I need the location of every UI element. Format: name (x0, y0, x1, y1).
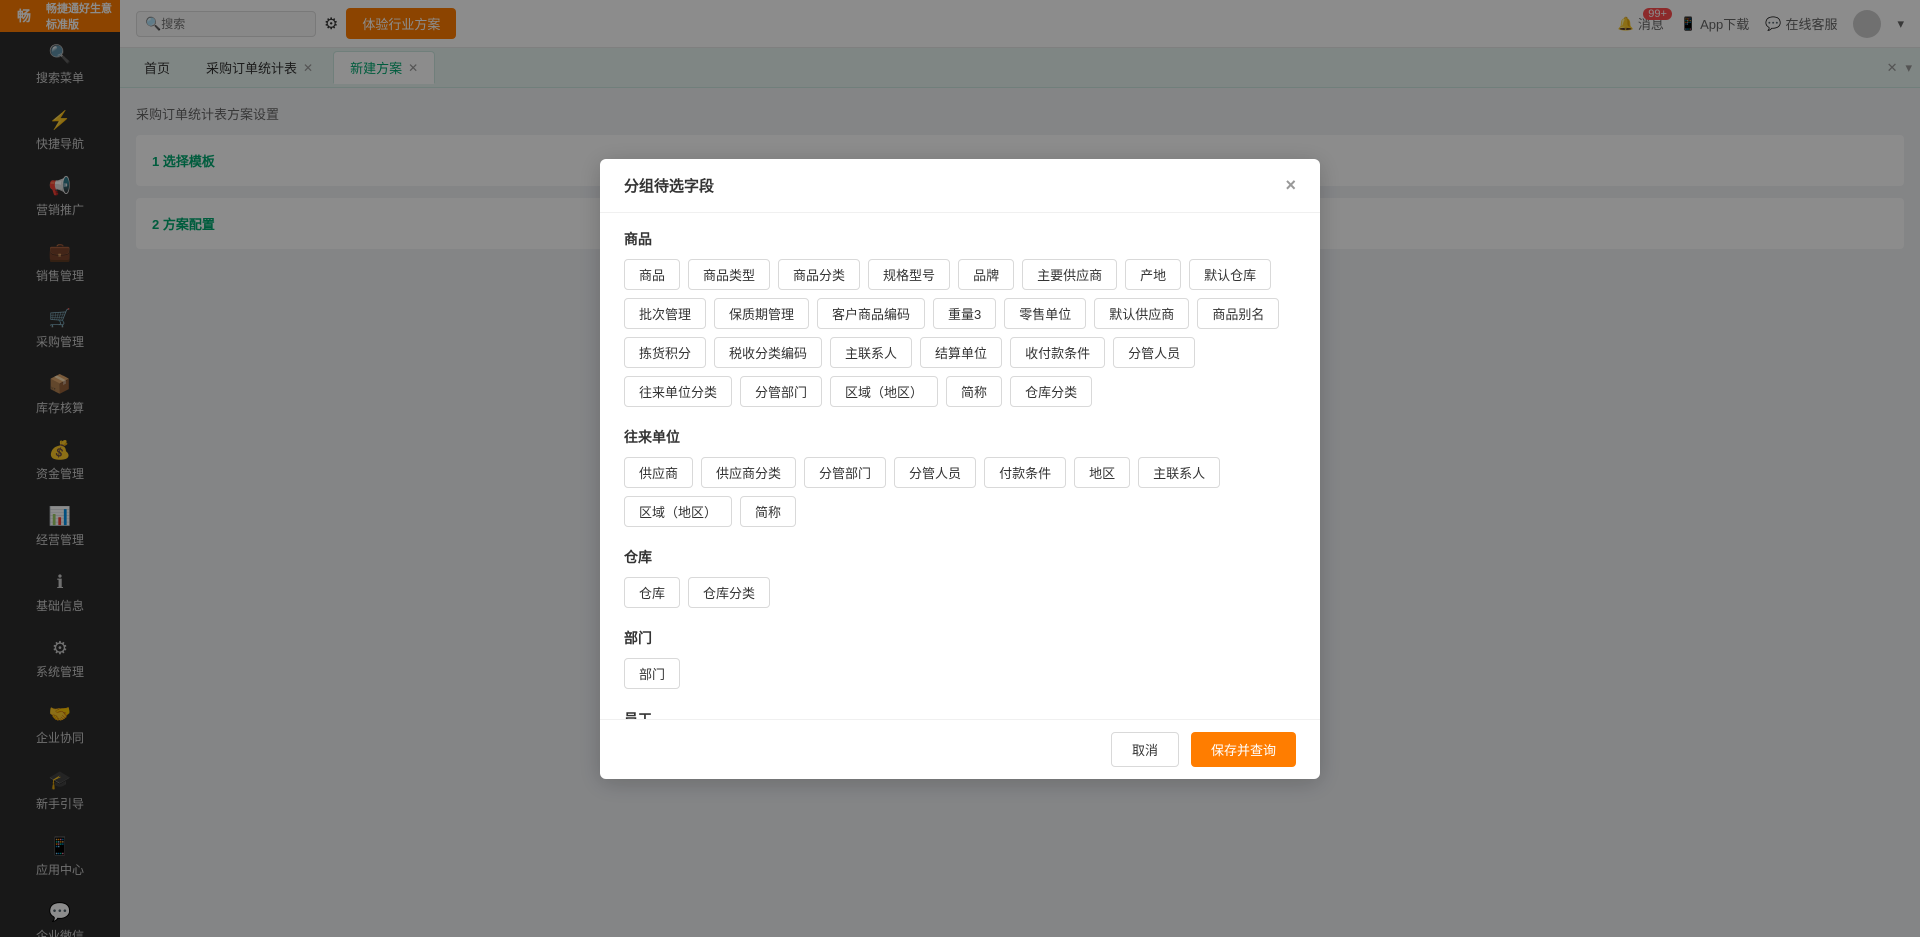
field-tag-0-14[interactable]: 商品别名 (1197, 298, 1279, 329)
field-tag-0-8[interactable]: 批次管理 (624, 298, 706, 329)
field-tag-0-19[interactable]: 收付款条件 (1010, 337, 1105, 368)
field-tag-0-0[interactable]: 商品 (624, 259, 680, 290)
field-tag-0-6[interactable]: 产地 (1125, 259, 1181, 290)
section-title-1: 往来单位 (624, 427, 1296, 447)
field-tag-0-7[interactable]: 默认仓库 (1189, 259, 1271, 290)
field-tags-0: 商品商品类型商品分类规格型号品牌主要供应商产地默认仓库批次管理保质期管理客户商品… (624, 259, 1296, 407)
field-tag-1-8[interactable]: 简称 (740, 496, 796, 527)
confirm-button[interactable]: 保存并查询 (1191, 732, 1296, 767)
field-tag-0-25[interactable]: 仓库分类 (1010, 376, 1092, 407)
modal-header: 分组待选字段 × (600, 159, 1320, 213)
field-tag-0-22[interactable]: 分管部门 (740, 376, 822, 407)
modal-overlay: 分组待选字段 × 商品商品商品类型商品分类规格型号品牌主要供应商产地默认仓库批次… (0, 0, 1920, 937)
modal-body: 商品商品商品类型商品分类规格型号品牌主要供应商产地默认仓库批次管理保质期管理客户… (600, 213, 1320, 719)
section-title-0: 商品 (624, 229, 1296, 249)
field-tag-1-4[interactable]: 付款条件 (984, 457, 1066, 488)
field-tag-1-7[interactable]: 区域（地区） (624, 496, 732, 527)
field-tag-0-4[interactable]: 品牌 (958, 259, 1014, 290)
field-tag-1-5[interactable]: 地区 (1074, 457, 1130, 488)
field-tag-0-17[interactable]: 主联系人 (830, 337, 912, 368)
modal-close-btn[interactable]: × (1285, 175, 1296, 196)
field-tag-1-3[interactable]: 分管人员 (894, 457, 976, 488)
field-tags-3: 部门 (624, 658, 1296, 689)
modal-footer: 取消 保存并查询 (600, 719, 1320, 779)
field-tag-0-2[interactable]: 商品分类 (778, 259, 860, 290)
field-tags-1: 供应商供应商分类分管部门分管人员付款条件地区主联系人区域（地区） 简称 (624, 457, 1296, 527)
field-tag-1-2[interactable]: 分管部门 (804, 457, 886, 488)
field-tag-0-9[interactable]: 保质期管理 (714, 298, 809, 329)
field-tag-0-5[interactable]: 主要供应商 (1022, 259, 1117, 290)
field-tag-0-16[interactable]: 税收分类编码 (714, 337, 822, 368)
field-tag-0-21[interactable]: 往来单位分类 (624, 376, 732, 407)
field-tag-3-0[interactable]: 部门 (624, 658, 680, 689)
field-tag-0-12[interactable]: 零售单位 (1004, 298, 1086, 329)
section-title-4: 员工 (624, 709, 1296, 719)
field-tag-0-20[interactable]: 分管人员 (1113, 337, 1195, 368)
field-tags-2: 仓库仓库分类 (624, 577, 1296, 608)
field-section-1: 往来单位供应商供应商分类分管部门分管人员付款条件地区主联系人区域（地区） 简称 (624, 427, 1296, 527)
field-tag-2-0[interactable]: 仓库 (624, 577, 680, 608)
modal-title: 分组待选字段 (624, 175, 714, 196)
field-tag-0-3[interactable]: 规格型号 (868, 259, 950, 290)
field-tag-0-15[interactable]: 拣货积分 (624, 337, 706, 368)
field-tag-0-24[interactable]: 简称 (946, 376, 1002, 407)
field-section-0: 商品商品商品类型商品分类规格型号品牌主要供应商产地默认仓库批次管理保质期管理客户… (624, 229, 1296, 407)
field-tag-0-18[interactable]: 结算单位 (920, 337, 1002, 368)
field-tag-1-1[interactable]: 供应商分类 (701, 457, 796, 488)
field-section-2: 仓库仓库仓库分类 (624, 547, 1296, 608)
field-tag-0-13[interactable]: 默认供应商 (1094, 298, 1189, 329)
field-section-4: 员工业务员 (624, 709, 1296, 719)
section-title-2: 仓库 (624, 547, 1296, 567)
modal: 分组待选字段 × 商品商品商品类型商品分类规格型号品牌主要供应商产地默认仓库批次… (600, 159, 1320, 779)
field-tag-0-1[interactable]: 商品类型 (688, 259, 770, 290)
field-section-3: 部门部门 (624, 628, 1296, 689)
field-tag-0-11[interactable]: 重量3 (933, 298, 996, 329)
field-tag-0-10[interactable]: 客户商品编码 (817, 298, 925, 329)
field-tag-2-1[interactable]: 仓库分类 (688, 577, 770, 608)
field-tag-0-23[interactable]: 区域（地区） (830, 376, 938, 407)
section-title-3: 部门 (624, 628, 1296, 648)
field-tag-1-0[interactable]: 供应商 (624, 457, 693, 488)
field-tag-1-6[interactable]: 主联系人 (1138, 457, 1220, 488)
cancel-button[interactable]: 取消 (1111, 732, 1179, 767)
